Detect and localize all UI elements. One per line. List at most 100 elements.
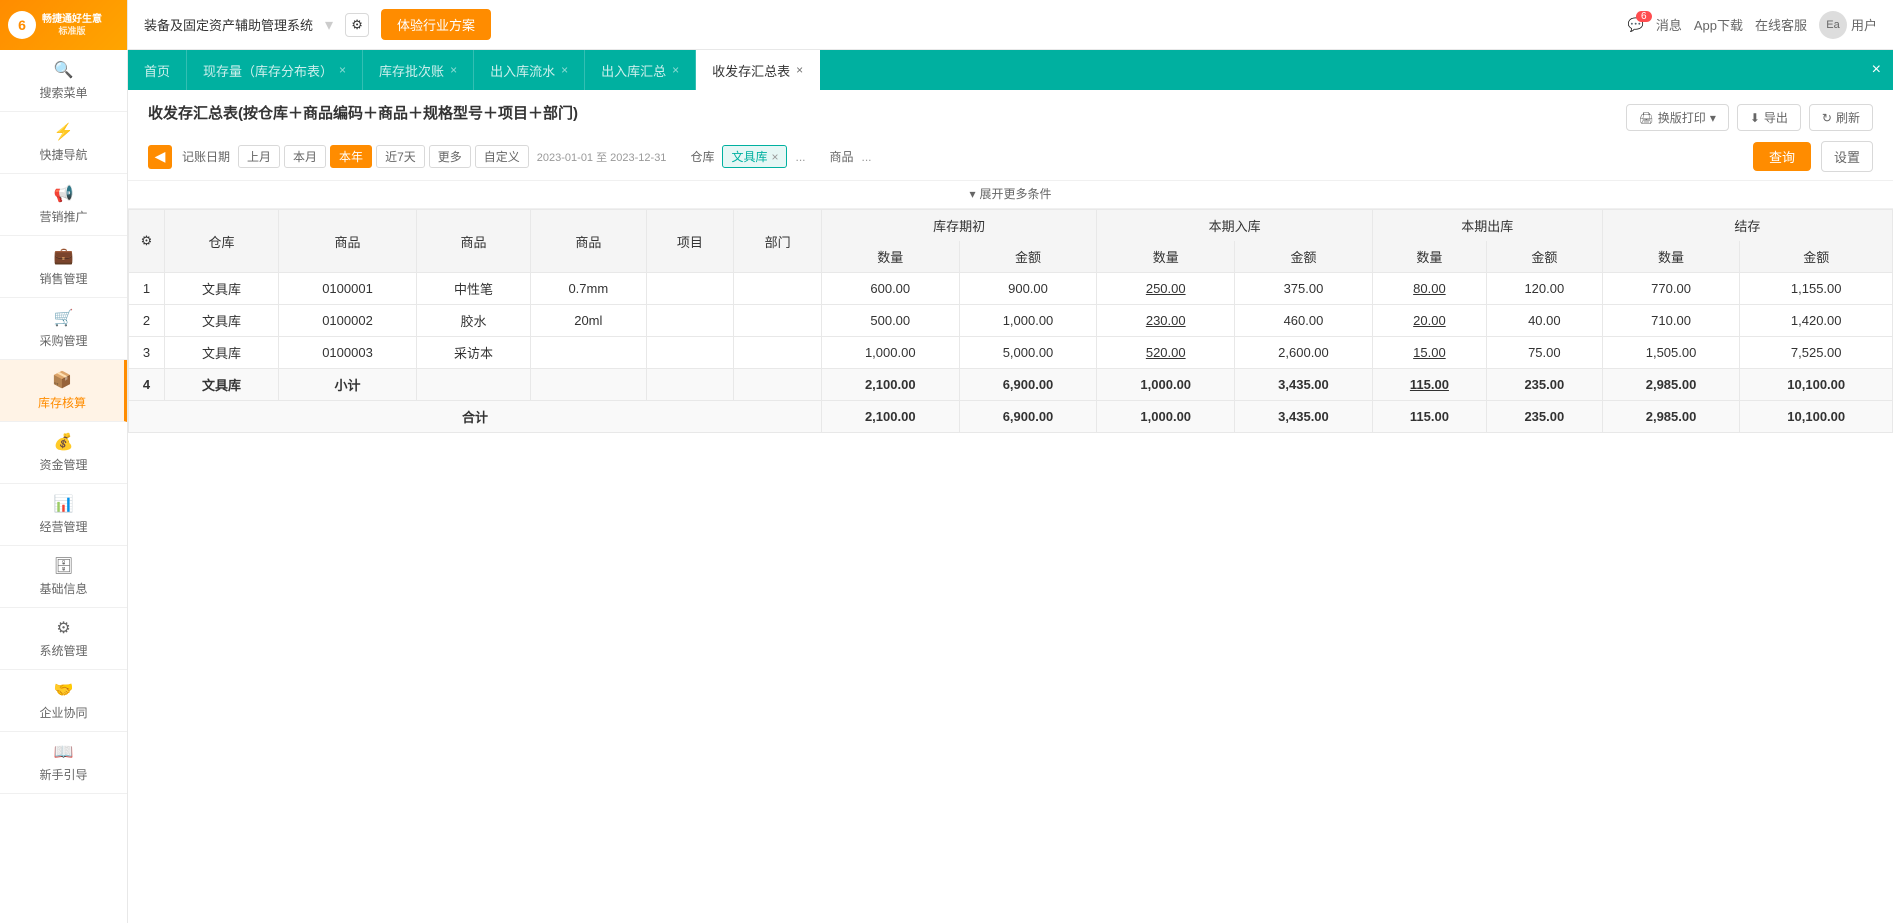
warehouse-tag: 文具库 × bbox=[722, 145, 787, 168]
sidebar-item-sales[interactable]: 💼 销售管理 bbox=[0, 236, 127, 298]
filter-controls: 记账日期 上月 本月 本年 近7天 更多 自定义 2023-01-01 至 20… bbox=[182, 145, 1743, 168]
sidebar-item-basic-info[interactable]: 🗄 基础信息 bbox=[0, 546, 127, 608]
row-open-qty: 2,100.00 bbox=[821, 369, 959, 401]
row-out-qty[interactable]: 15.00 bbox=[1372, 337, 1486, 369]
tab-receive-summary[interactable]: 收发存汇总表 × bbox=[696, 50, 820, 90]
table-row: 4文具库小计2,100.006,900.001,000.003,435.0011… bbox=[129, 369, 1893, 401]
topbar: 装备及固定资产辅助管理系统 ▾ ⚙ 体验行业方案 💬 6 消息 App下载 在线… bbox=[128, 0, 1893, 50]
tab-inout-flow[interactable]: 出入库流水 × bbox=[474, 50, 585, 90]
row-in-qty[interactable]: 230.00 bbox=[1097, 305, 1235, 337]
sidebar: 6 畅捷通好生意 标准版 🔍 搜索菜单 ⚡ 快捷导航 📢 营销推广 💼 销 bbox=[0, 0, 128, 923]
sales-icon: 💼 bbox=[54, 246, 74, 266]
topbar-dropdown-icon[interactable]: ▾ bbox=[325, 15, 333, 35]
warehouse-tag-text: 文具库 bbox=[731, 148, 767, 165]
date-btn-7days[interactable]: 近7天 bbox=[376, 145, 425, 168]
sidebar-item-label: 系统管理 bbox=[39, 642, 87, 659]
avatar: Ea bbox=[1819, 11, 1847, 39]
online-service[interactable]: 在线客服 bbox=[1755, 15, 1807, 34]
export-button[interactable]: ⬇ 导出 bbox=[1737, 104, 1801, 131]
query-button[interactable]: 查询 bbox=[1753, 142, 1811, 171]
date-btn-more[interactable]: 更多 bbox=[429, 145, 471, 168]
search-icon: 🔍 bbox=[54, 60, 74, 80]
row-code: 小计 bbox=[279, 369, 417, 401]
user-area[interactable]: Ea 用户 bbox=[1819, 11, 1877, 39]
footer-bal-qty: 2,985.00 bbox=[1602, 401, 1740, 433]
sidebar-item-tutorial[interactable]: 📖 新手引导 bbox=[0, 732, 127, 794]
row-dept bbox=[734, 305, 822, 337]
tab-close-icon[interactable]: × bbox=[339, 63, 346, 77]
setting-button[interactable]: 设置 bbox=[1821, 141, 1873, 172]
date-btn-this-month[interactable]: 本月 bbox=[284, 145, 326, 168]
export-icon: ⬇ bbox=[1750, 111, 1760, 125]
tab-batch-ledger-label: 库存批次账 bbox=[379, 61, 444, 80]
page-content: 收发存汇总表(按仓库＋商品编码＋商品＋规格型号＋项目＋部门) 🖨 换版打印 ▾ … bbox=[128, 90, 1893, 923]
experience-button[interactable]: 体验行业方案 bbox=[381, 9, 491, 40]
enterprise-icon: 🤝 bbox=[54, 680, 74, 700]
tab-batch-ledger[interactable]: 库存批次账 × bbox=[363, 50, 474, 90]
filter-toggle-button[interactable]: ◀ bbox=[148, 145, 172, 169]
col-code-header: 商品 bbox=[279, 210, 417, 273]
row-bal-qty: 2,985.00 bbox=[1602, 369, 1740, 401]
print-button[interactable]: 🖨 换版打印 ▾ bbox=[1626, 104, 1729, 131]
row-bal-amt: 10,100.00 bbox=[1740, 369, 1893, 401]
footer-in-qty: 1,000.00 bbox=[1097, 401, 1235, 433]
date-btn-this-year[interactable]: 本年 bbox=[330, 145, 372, 168]
row-open-amt: 900.00 bbox=[959, 273, 1097, 305]
sidebar-item-marketing[interactable]: 📢 营销推广 bbox=[0, 174, 127, 236]
col-out-amt-header: 金额 bbox=[1487, 241, 1603, 273]
date-btn-custom[interactable]: 自定义 bbox=[475, 145, 529, 168]
settings-icon[interactable]: ⚙ bbox=[345, 13, 369, 37]
tab-close-icon[interactable]: × bbox=[450, 63, 457, 77]
tab-close-icon[interactable]: × bbox=[672, 63, 679, 77]
row-in-qty[interactable]: 520.00 bbox=[1097, 337, 1235, 369]
sidebar-item-system[interactable]: ⚙ 系统管理 bbox=[0, 608, 127, 670]
sidebar-item-operations[interactable]: 📊 经营管理 bbox=[0, 484, 127, 546]
sidebar-item-purchase[interactable]: 🛒 采购管理 bbox=[0, 298, 127, 360]
row-no: 2 bbox=[129, 305, 165, 337]
row-goods: 胶水 bbox=[416, 305, 530, 337]
tab-close-icon[interactable]: × bbox=[796, 63, 803, 77]
app-download[interactable]: App下载 bbox=[1694, 15, 1743, 34]
row-dept bbox=[734, 369, 822, 401]
date-btn-last-month[interactable]: 上月 bbox=[238, 145, 280, 168]
page-title: 收发存汇总表(按仓库＋商品编码＋商品＋规格型号＋项目＋部门) bbox=[148, 102, 578, 123]
sidebar-item-enterprise[interactable]: 🤝 企业协同 bbox=[0, 670, 127, 732]
row-no: 1 bbox=[129, 273, 165, 305]
row-code: 0100003 bbox=[279, 337, 417, 369]
sidebar-item-search[interactable]: 🔍 搜索菜单 bbox=[0, 50, 127, 112]
row-code: 0100001 bbox=[279, 273, 417, 305]
close-all-tabs-button[interactable]: × bbox=[1860, 61, 1893, 79]
expand-more-button[interactable]: ▾ 展开更多条件 bbox=[969, 185, 1051, 202]
group-balance-header: 结存 bbox=[1602, 210, 1892, 242]
operations-icon: 📊 bbox=[54, 494, 74, 514]
sidebar-item-finance[interactable]: 💰 资金管理 bbox=[0, 422, 127, 484]
sidebar-item-quick-nav[interactable]: ⚡ 快捷导航 bbox=[0, 112, 127, 174]
print-dropdown-icon: ▾ bbox=[1710, 111, 1716, 125]
row-spec: 20ml bbox=[531, 305, 647, 337]
refresh-button[interactable]: ↻ 刷新 bbox=[1809, 104, 1873, 131]
footer-open-amt: 6,900.00 bbox=[959, 401, 1097, 433]
column-settings-header[interactable]: ⚙ bbox=[129, 210, 165, 273]
tab-inventory-dist[interactable]: 现存量（库存分布表） × bbox=[187, 50, 363, 90]
message-badge-container[interactable]: 💬 6 bbox=[1628, 17, 1644, 33]
tab-home[interactable]: 首页 bbox=[128, 50, 187, 90]
row-out-qty[interactable]: 20.00 bbox=[1372, 305, 1486, 337]
warehouse-remove-icon[interactable]: × bbox=[771, 150, 778, 164]
table-row: 1文具库0100001中性笔0.7mm600.00900.00250.00375… bbox=[129, 273, 1893, 305]
tab-close-icon[interactable]: × bbox=[561, 63, 568, 77]
row-in-qty[interactable]: 250.00 bbox=[1097, 273, 1235, 305]
row-open-qty: 1,000.00 bbox=[821, 337, 959, 369]
row-out-qty[interactable]: 115.00 bbox=[1372, 369, 1486, 401]
tab-inout-summary[interactable]: 出入库汇总 × bbox=[585, 50, 696, 90]
row-code: 0100002 bbox=[279, 305, 417, 337]
row-open-amt: 6,900.00 bbox=[959, 369, 1097, 401]
sidebar-item-inventory[interactable]: 📦 库存核算 bbox=[0, 360, 127, 422]
filter-more-2[interactable]: ... bbox=[862, 150, 872, 164]
col-dept-header: 部门 bbox=[734, 210, 822, 273]
filter-more-1[interactable]: ... bbox=[795, 150, 805, 164]
row-out-qty[interactable]: 80.00 bbox=[1372, 273, 1486, 305]
col-open-qty-header: 数量 bbox=[821, 241, 959, 273]
tab-home-label: 首页 bbox=[144, 61, 170, 80]
sidebar-item-label: 资金管理 bbox=[39, 456, 87, 473]
tab-receive-summary-label: 收发存汇总表 bbox=[712, 61, 790, 80]
